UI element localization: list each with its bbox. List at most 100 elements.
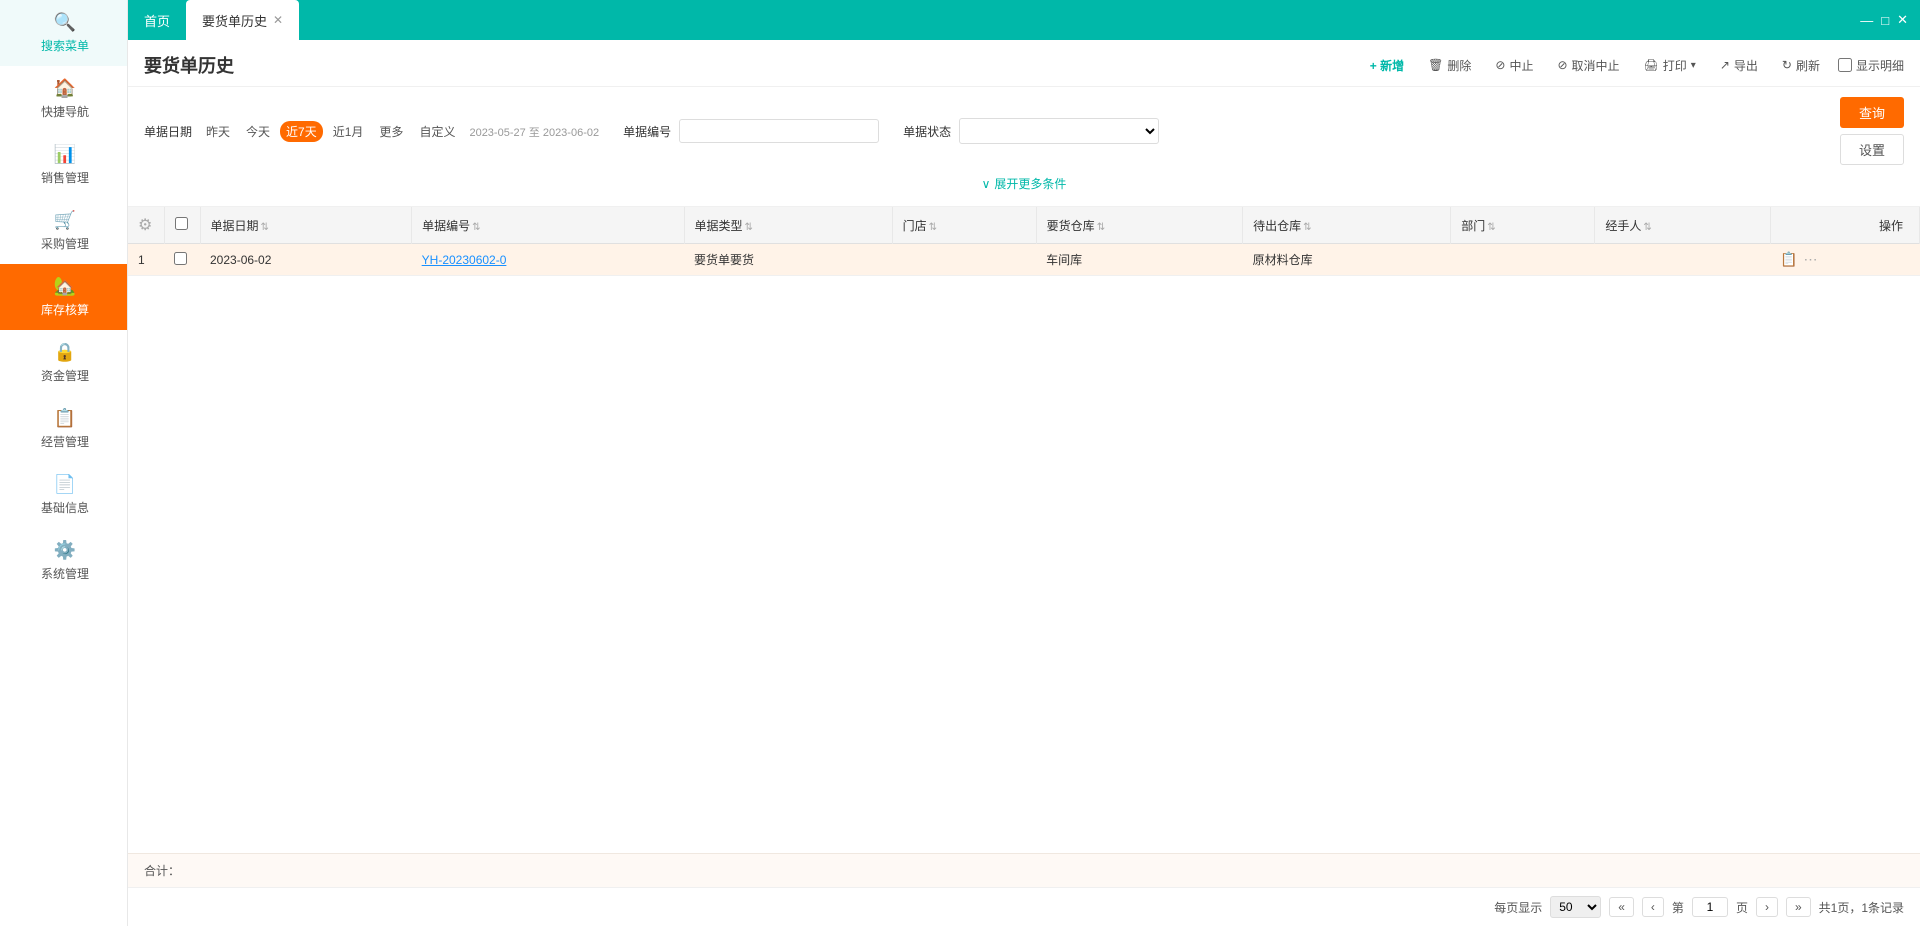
td-date: 2023-06-02 [200,244,412,276]
date-opt-custom[interactable]: 自定义 [413,121,461,142]
date-filter: 单据日期 昨天 今天 近7天 近1月 更多 自定义 2023-05-27 至 2… [144,121,599,142]
sidebar-item-purchase[interactable]: 🛒 采购管理 [0,198,127,264]
cancel-stop-icon: ⊘ [1557,58,1567,72]
th-checkbox [164,207,200,244]
last-page-button[interactable]: » [1786,897,1811,917]
td-checkbox [164,244,200,276]
sort-handler-icon[interactable]: ⇅ [1643,222,1651,233]
export-icon: ↗ [1720,58,1730,72]
print-dropdown-icon: ▾ [1691,60,1696,71]
bill-no-input[interactable] [679,119,879,143]
td-req-warehouse: 车间库 [1036,244,1242,276]
column-settings-icon[interactable]: ⚙ [138,217,152,234]
stop-icon: ⊘ [1495,58,1505,72]
sort-date-icon[interactable]: ⇅ [261,222,269,233]
sort-req-wh-icon[interactable]: ⇅ [1097,222,1105,233]
close-button[interactable]: ✕ [1897,12,1908,28]
prev-page-button[interactable]: ‹ [1642,897,1664,917]
data-table: ⚙ 单据日期⇅ 单据编号⇅ 单据类型⇅ [128,207,1920,276]
bill-no-link[interactable]: YH-20230602-0 [422,253,507,267]
date-opt-more[interactable]: 更多 [373,121,409,142]
expand-more[interactable]: ∨ 展开更多条件 [144,171,1904,196]
basic-icon: 📄 [54,474,76,495]
sort-dept-icon[interactable]: ⇅ [1487,222,1495,233]
topbar-right: — □ ✕ [1860,12,1920,28]
search-menu-icon: 🔍 [54,12,76,33]
tab-requisition-history[interactable]: 要货单历史 ✕ [186,0,299,40]
th-req-warehouse: 要货仓库⇅ [1036,207,1242,244]
sidebar-item-sales[interactable]: 📊 销售管理 [0,132,127,198]
view-action-button[interactable]: 📋 [1780,251,1797,268]
next-page-button[interactable]: › [1756,897,1778,917]
export-button[interactable]: ↗ 导出 [1714,53,1764,78]
td-department [1451,244,1595,276]
sales-icon: 📊 [54,144,76,165]
print-icon: 🖨 [1644,58,1659,72]
td-store [892,244,1036,276]
purchase-icon: 🛒 [54,210,76,231]
sidebar-item-search-menu[interactable]: 🔍 搜索菜单 [0,0,127,66]
bill-no-filter: 单据编号 [623,119,879,143]
maximize-button[interactable]: □ [1881,13,1889,28]
th-department: 部门⇅ [1451,207,1595,244]
add-button[interactable]: + 新增 [1364,53,1410,78]
td-pending-warehouse: 原材料仓库 [1243,244,1451,276]
th-bill-no: 单据编号⇅ [412,207,684,244]
table-area: ⚙ 单据日期⇅ 单据编号⇅ 单据类型⇅ [128,207,1920,853]
date-opt-7days[interactable]: 近7天 [280,121,323,142]
status-select[interactable] [959,118,1159,144]
settings-button[interactable]: 设置 [1840,134,1904,165]
th-date: 单据日期⇅ [200,207,412,244]
date-opt-1month[interactable]: 近1月 [327,121,370,142]
select-all-checkbox[interactable] [175,217,188,230]
sidebar-item-inventory[interactable]: 🏡 库存核算 [0,264,127,330]
refresh-button[interactable]: ↻ 刷新 [1776,53,1826,78]
first-page-button[interactable]: « [1609,897,1634,917]
sidebar-item-finance[interactable]: 🔒 资金管理 [0,330,127,396]
delete-button[interactable]: 🗑 删除 [1422,53,1477,78]
sidebar-item-basic[interactable]: 📄 基础信息 [0,462,127,528]
pagination-bar: 每页显示 10 20 50 100 « ‹ 第 1 页 › » 共1页，1条记录 [128,887,1920,926]
per-page-select[interactable]: 10 20 50 100 [1550,896,1601,918]
quick-nav-icon: 🏠 [54,78,76,99]
date-opt-yesterday[interactable]: 昨天 [200,121,236,142]
td-bill-no: YH-20230602-0 [412,244,684,276]
display-detail-toggle[interactable]: 显示明细 [1838,57,1904,74]
content-area: 要货单历史 + 新增 🗑 删除 ⊘ 中止 ⊘ 取消中止 🖨 打印 [128,40,1920,926]
th-settings: ⚙ [128,207,164,244]
operation-icon: 📋 [54,408,76,429]
print-button[interactable]: 🖨 打印 ▾ [1638,53,1702,78]
page-title: 要货单历史 [144,52,234,78]
row-actions: 📋 ⋯ [1780,251,1909,268]
sort-billtype-icon[interactable]: ⇅ [745,222,753,233]
tab-close-icon[interactable]: ✕ [273,13,283,27]
minimize-button[interactable]: — [1860,13,1873,28]
date-range: 2023-05-27 至 2023-06-02 [469,124,599,140]
tab-home[interactable]: 首页 [128,0,186,40]
sort-pend-wh-icon[interactable]: ⇅ [1303,222,1311,233]
sort-billno-icon[interactable]: ⇅ [472,222,480,233]
stop-button[interactable]: ⊘ 中止 [1489,53,1539,78]
th-actions: 操作 [1770,207,1919,244]
inventory-icon: 🏡 [54,276,76,297]
page-number-input[interactable]: 1 [1692,897,1728,917]
finance-icon: 🔒 [54,342,76,363]
sort-store-icon[interactable]: ⇅ [929,222,937,233]
sidebar-item-system[interactable]: ⚙️ 系统管理 [0,528,127,594]
filter-row-1: 单据日期 昨天 今天 近7天 近1月 更多 自定义 2023-05-27 至 2… [144,97,1904,165]
td-handler [1595,244,1770,276]
row-checkbox[interactable] [174,252,187,265]
more-action-button[interactable]: ⋯ [1804,251,1818,268]
page-header: 要货单历史 + 新增 🗑 删除 ⊘ 中止 ⊘ 取消中止 🖨 打印 [128,40,1920,87]
date-opt-today[interactable]: 今天 [240,121,276,142]
td-bill-type: 要货单要货 [684,244,892,276]
chevron-down-icon: ∨ [982,177,991,191]
sidebar-item-quick-nav[interactable]: 🏠 快捷导航 [0,66,127,132]
cancel-stop-button[interactable]: ⊘ 取消中止 [1551,53,1625,78]
display-detail-checkbox[interactable] [1838,58,1852,72]
th-bill-type: 单据类型⇅ [684,207,892,244]
filter-area: 单据日期 昨天 今天 近7天 近1月 更多 自定义 2023-05-27 至 2… [128,87,1920,207]
th-pending-warehouse: 待出仓库⇅ [1243,207,1451,244]
query-button[interactable]: 查询 [1840,97,1904,128]
sidebar-item-operation[interactable]: 📋 经营管理 [0,396,127,462]
